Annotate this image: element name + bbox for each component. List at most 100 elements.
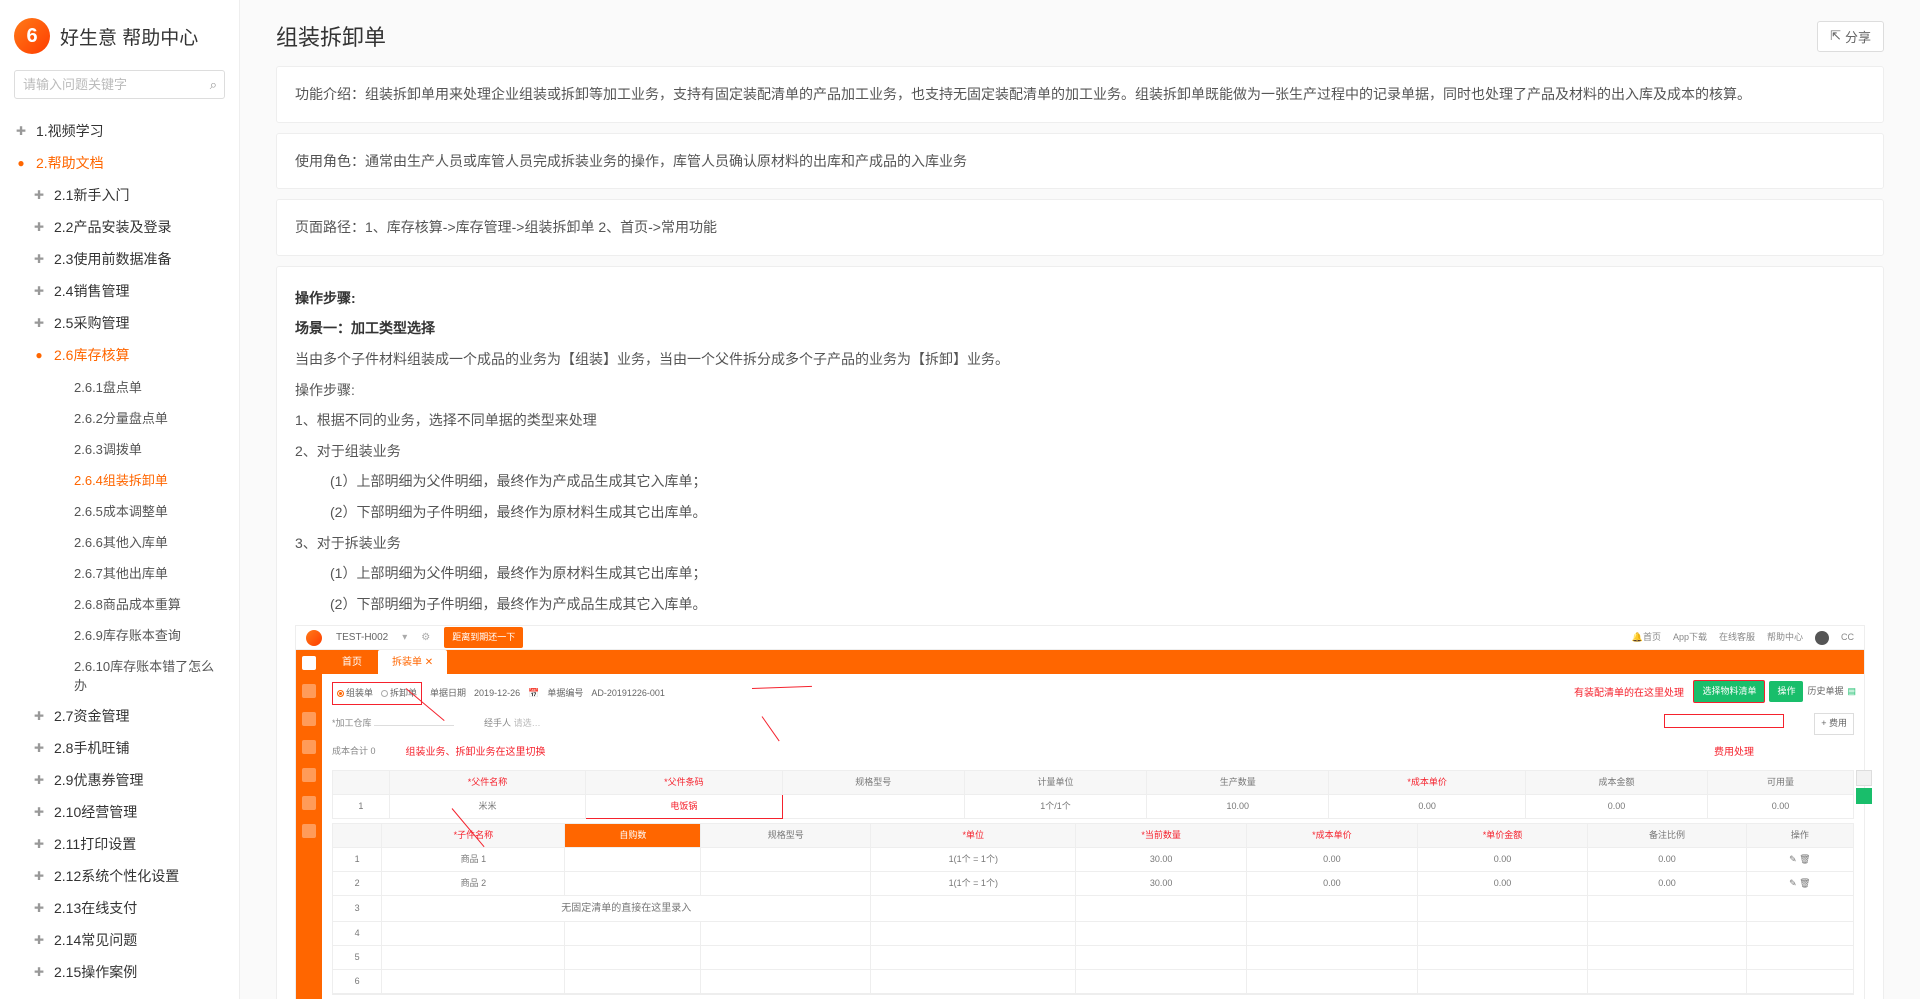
nav-2-15[interactable]: ✚2.15操作案例: [32, 956, 225, 988]
leaf-2-6-2[interactable]: 2.6.2分量盘点单: [50, 402, 225, 433]
nav-docs[interactable]: ●2.帮助文档: [14, 147, 225, 179]
page-header: 组装拆卸单 ⇱分享: [276, 20, 1884, 52]
nav-2-9[interactable]: ✚2.9优惠券管理: [32, 764, 225, 796]
step-2: 2、对于组装业务: [295, 438, 1865, 465]
leaf-2-6-10[interactable]: 2.6.10库存账本错了怎么办: [50, 650, 225, 700]
nav-2-10[interactable]: ✚2.10经营管理: [32, 796, 225, 828]
nav-2-1[interactable]: ✚2.1新手入门: [32, 179, 225, 211]
ss-list-icon: ▤: [1847, 683, 1856, 700]
ss-date-label: 单据日期: [430, 685, 466, 702]
main-content: 组装拆卸单 ⇱分享 功能介绍：组装拆卸单用来处理企业组装或拆卸等加工业务，支持有…: [240, 0, 1920, 999]
plus-icon: ✚: [32, 220, 46, 234]
ss-tab-home: 首页: [328, 650, 376, 675]
plus-icon: ✚: [32, 773, 46, 787]
ss-side-icon: [302, 656, 316, 670]
ss-account: TEST-H002: [336, 628, 388, 647]
search-icon[interactable]: ⌕: [210, 77, 217, 93]
plus-icon: ✚: [32, 805, 46, 819]
ss-tabs: 首页 拆装单 ✕: [322, 650, 1864, 674]
steps-title: 操作步骤:: [295, 290, 356, 306]
plus-icon: ✚: [32, 188, 46, 202]
brand: 6 好生意 帮助中心: [14, 18, 225, 54]
nav-2-6[interactable]: ●2.6库存核算: [32, 339, 225, 371]
nav-2-7[interactable]: ✚2.7资金管理: [32, 700, 225, 732]
minus-icon: ●: [32, 348, 46, 362]
ss-date-val: 2019-12-26: [474, 685, 520, 702]
nav-2-3[interactable]: ✚2.3使用前数据准备: [32, 243, 225, 275]
ss-cal-icon: 📅: [528, 685, 539, 702]
brand-text: 好生意 帮助中心: [60, 23, 198, 50]
nav-2-12[interactable]: ✚2.12系统个性化设置: [32, 860, 225, 892]
plus-icon: ✚: [32, 284, 46, 298]
ss-app: App下载: [1673, 629, 1707, 646]
plus-icon: ✚: [32, 252, 46, 266]
leaf-2-6-4[interactable]: 2.6.4组装拆卸单: [50, 464, 225, 495]
nav-2-4[interactable]: ✚2.4销售管理: [32, 275, 225, 307]
ss-fee-warehouse: [1664, 714, 1784, 728]
plus-icon: ✚: [32, 837, 46, 851]
nav-video[interactable]: ✚1.视频学习: [14, 115, 225, 147]
leaf-2-6-6[interactable]: 2.6.6其他入库单: [50, 526, 225, 557]
ss-caret-icon: ▾: [402, 628, 407, 647]
nav-2-14[interactable]: ✚2.14常见问题: [32, 924, 225, 956]
ss-fee-btn: + 费用: [1814, 713, 1854, 734]
path-panel: 页面路径：1、库存核算->库存管理->组装拆卸单 2、首页->常用功能: [276, 199, 1884, 256]
ss-help: 帮助中心: [1767, 629, 1803, 646]
nav-2-13[interactable]: ✚2.13在线支付: [32, 892, 225, 924]
ss-annot1: 有装配清单的在这里处理: [1574, 684, 1684, 703]
logo-icon: 6: [14, 18, 50, 54]
ss-service: 在线客服: [1719, 629, 1755, 646]
plus-icon: ✚: [32, 901, 46, 915]
leaf-2-6-5[interactable]: 2.6.5成本调整单: [50, 495, 225, 526]
share-button[interactable]: ⇱分享: [1817, 21, 1884, 52]
ss-tab-doc: 拆装单 ✕: [378, 650, 447, 675]
roles-panel: 使用角色：通常由生产人员或库管人员完成拆装业务的操作，库管人员确认原材料的出库和…: [276, 133, 1884, 190]
ss-side-icon: [302, 740, 316, 754]
leaf-2-6-7[interactable]: 2.6.7其他出库单: [50, 557, 225, 588]
ss-side-icon: [302, 684, 316, 698]
step-2-2: (2）下部明细为子件明细，最终作为原材料生成其它出库单。: [295, 499, 1865, 526]
tool-icon: [1856, 770, 1872, 786]
leaf-2-6-3[interactable]: 2.6.3调拨单: [50, 433, 225, 464]
plus-icon: ✚: [32, 965, 46, 979]
plus-icon: ✚: [32, 316, 46, 330]
ss-side-icon: [302, 768, 316, 782]
ss-parent-table: *父件名称*父件条码规格型号计量单位生产数量*成本单价成本金额可用量 1米米电饭…: [332, 770, 1854, 819]
ops-label: 操作步骤:: [295, 377, 1865, 404]
ss-history: 历史单据: [1807, 683, 1843, 700]
ss-bom-btn: 选择物料清单: [1693, 680, 1765, 703]
nav-2-2[interactable]: ✚2.2产品安装及登录: [32, 211, 225, 243]
plus-icon: ✚: [32, 869, 46, 883]
ss-topbar: TEST-H002 ▾ ⚙ 距离到期还一下 🔔首页 App下载 在线客服 帮助中…: [296, 626, 1864, 650]
ss-radio-assemble: 组装单: [337, 685, 373, 702]
nav-2-8[interactable]: ✚2.8手机旺铺: [32, 732, 225, 764]
nav-2-5[interactable]: ✚2.5采购管理: [32, 307, 225, 339]
ss-sidebar: [296, 650, 322, 999]
ss-type-radio: 组装单 拆卸单: [332, 682, 422, 705]
ss-annot4: 无固定清单的直接在这里录入: [382, 895, 871, 921]
search-input[interactable]: [14, 70, 225, 99]
plus-icon: ✚: [32, 709, 46, 723]
ss-annot2: 组装业务、拆卸业务在这里切换: [406, 743, 546, 762]
leaf-2-6-8[interactable]: 2.6.8商品成本重算: [50, 588, 225, 619]
step-1: 1、根据不同的业务，选择不同单据的类型来处理: [295, 407, 1865, 434]
scene1-title: 场景一：加工类型选择: [295, 320, 435, 336]
leaf-2-6-1[interactable]: 2.6.1盘点单: [50, 371, 225, 402]
ss-side-icon: [302, 796, 316, 810]
ss-op-btn: 操作: [1769, 681, 1803, 702]
page-title: 组装拆卸单: [276, 20, 386, 52]
ss-footer: 80.00 0.00 0.00 0.00: [332, 994, 1854, 999]
step-3-1: (1）上部明细为父件明细，最终作为原材料生成其它出库单；: [295, 560, 1865, 587]
leaf-2-6-9[interactable]: 2.6.9库存账本查询: [50, 619, 225, 650]
ss-annot3: 费用处理: [1714, 743, 1754, 762]
ss-form: 选择物料清单 操作 历史单据 ▤ 组装单 拆卸单 单据日期 2019-12-26: [322, 674, 1864, 999]
embedded-screenshot: TEST-H002 ▾ ⚙ 距离到期还一下 🔔首页 App下载 在线客服 帮助中…: [295, 625, 1865, 999]
ss-trial-btn: 距离到期还一下: [444, 627, 523, 648]
nav-2-11[interactable]: ✚2.11打印设置: [32, 828, 225, 860]
scene1-desc: 当由多个子件材料组装成一个成品的业务为【组装】业务，当由一个父件拆分成多个子产品…: [295, 346, 1865, 373]
ss-child-table: *子件名称自购数规格型号*单位*当前数量*成本单价*单价金额备注比例操作 1商品…: [332, 823, 1854, 995]
ss-logo-icon: [306, 630, 322, 646]
search: ⌕: [14, 70, 225, 99]
share-icon: ⇱: [1830, 28, 1841, 44]
step-2-1: (1）上部明细为父件明细，最终作为产成品生成其它入库单；: [295, 468, 1865, 495]
